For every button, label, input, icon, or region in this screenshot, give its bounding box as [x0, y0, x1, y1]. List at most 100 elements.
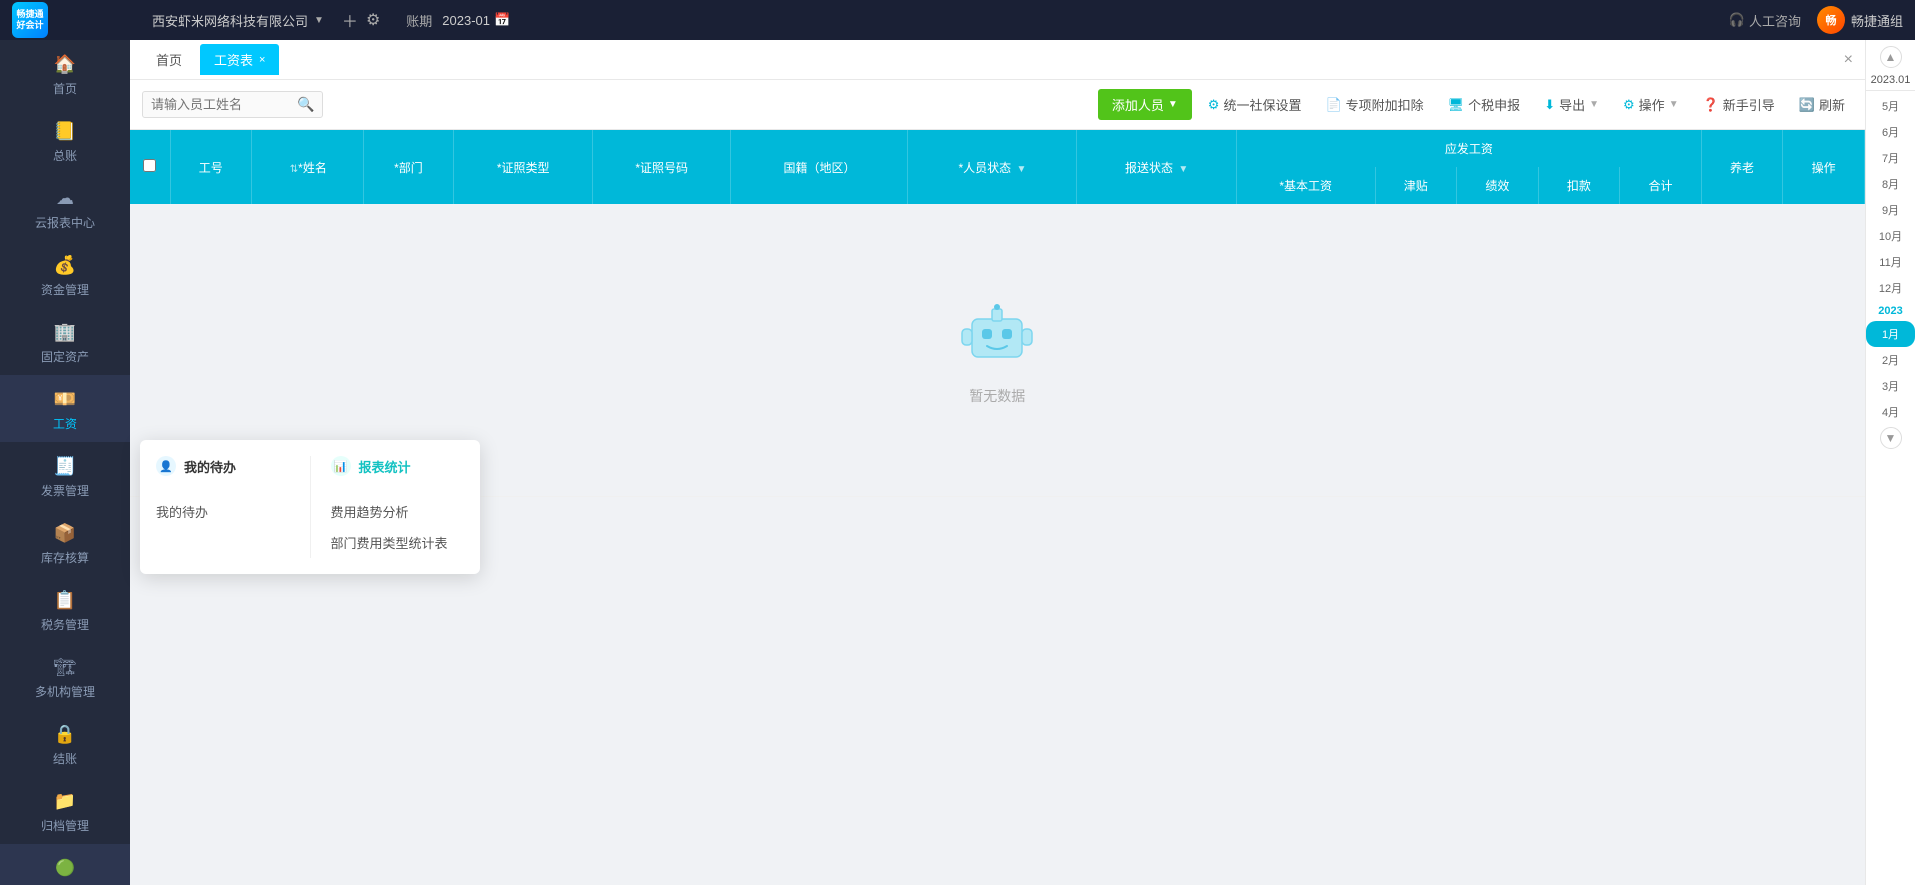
export-label: 导出 [1559, 95, 1585, 114]
timeline-month-3[interactable]: 3月 [1866, 373, 1915, 399]
operation-label: 操作 [1639, 95, 1665, 114]
tab-close-button[interactable]: × [259, 54, 265, 66]
total-header: 合计 [1620, 167, 1702, 204]
timeline-up-button[interactable]: ▲ [1880, 46, 1902, 68]
sidebar-item-label: 发票管理 [41, 482, 89, 499]
top-bar: 畅捷通好会计 西安虾米网络科技有限公司 ▼ ＋ ⚙ 账期 2023-01 📅 🎧… [0, 0, 1915, 40]
report-status-filter-icon[interactable]: ▼ [1178, 164, 1188, 175]
report-status-header: 报送状态 ▼ [1077, 130, 1237, 204]
name-sort-icon: ⇅ [290, 164, 298, 175]
support-button[interactable]: 🎧 人工咨询 [1729, 11, 1801, 30]
sidebar-item-home[interactable]: 🏠 首页 [0, 40, 130, 107]
sidebar-item-archive[interactable]: 📁 归档管理 [0, 777, 130, 844]
sidebar-item-label: 总账 [53, 147, 77, 164]
settings-button[interactable]: ⚙ [366, 10, 380, 30]
popup-col2-header: 📊 报表统计 [331, 456, 465, 484]
tab-home-label: 首页 [156, 53, 182, 68]
allowance-header: 津贴 [1375, 167, 1457, 204]
timeline-month-6[interactable]: 6月 [1866, 119, 1915, 145]
sidebar-item-tax[interactable]: 📋 税务管理 [0, 576, 130, 643]
deduction-header: 扣款 [1538, 167, 1620, 204]
popup-menu: 👤 我的待办 我的待办 📊 报表统计 费用趋势分析 部门费用类型统计表 [140, 440, 480, 574]
period-value[interactable]: 2023-01 📅 [442, 12, 510, 28]
timeline-month-1[interactable]: 1月 [1866, 321, 1915, 347]
social-insurance-action[interactable]: ⚙ 统一社保设置 [1200, 95, 1310, 114]
search-input[interactable] [151, 97, 291, 112]
tax-report-label: 个税申报 [1468, 95, 1520, 114]
refresh-action[interactable]: 🔄 刷新 [1791, 95, 1853, 114]
id-number-header: *证照号码 [592, 130, 731, 204]
timeline-month-2[interactable]: 2月 [1866, 347, 1915, 373]
top-right-area: 🎧 人工咨询 畅 畅捷通组 [1729, 6, 1903, 34]
popup-divider [310, 456, 311, 558]
timeline-month-10[interactable]: 10月 [1866, 223, 1915, 249]
popup-columns: 👤 我的待办 我的待办 📊 报表统计 费用趋势分析 部门费用类型统计表 [156, 456, 464, 558]
name-header: ⇅*姓名 [252, 130, 363, 204]
search-wrap: 🔍 [142, 91, 323, 118]
user-name: 畅捷通组 [1851, 11, 1903, 30]
timeline-year-2023: 2023 [1876, 301, 1904, 321]
period-text: 2023-01 [442, 13, 490, 28]
select-all-checkbox[interactable] [143, 159, 156, 172]
fixed-assets-icon: 🏢 [54, 322, 76, 343]
sidebar-item-salary[interactable]: 💴 工资 [0, 375, 130, 442]
export-icon: ⬇ [1544, 97, 1555, 113]
add-button[interactable]: ＋ [342, 8, 358, 32]
sidebar-item-multi-org[interactable]: 🏗 多机构管理 [0, 643, 130, 710]
special-deduction-action[interactable]: 📄 专项附加扣除 [1317, 95, 1431, 114]
multi-org-icon: 🏗 [54, 657, 77, 678]
special-deduction-label: 专项附加扣除 [1346, 95, 1424, 114]
timeline-month-8[interactable]: 8月 [1866, 171, 1915, 197]
operation-icon: ⚙ [1623, 97, 1635, 113]
tab-salary-label: 工资表 [214, 50, 253, 69]
sidebar-item-xiao-chang[interactable]: 🟢 小畅报销 [0, 844, 130, 885]
archive-icon: 📁 [54, 791, 76, 812]
popup-my-todo[interactable]: 我的待办 [156, 496, 290, 527]
sidebar-item-invoice[interactable]: 🧾 发票管理 [0, 442, 130, 509]
finance-icon: 💰 [54, 255, 76, 276]
timeline-month-11[interactable]: 11月 [1866, 249, 1915, 275]
tab-salary[interactable]: 工资表 × [200, 44, 279, 75]
basic-wage-header: *基本工资 [1236, 167, 1375, 204]
popup-dept-cost[interactable]: 部门费用类型统计表 [331, 527, 465, 558]
popup-cost-trend[interactable]: 费用趋势分析 [331, 496, 465, 527]
user-info[interactable]: 畅 畅捷通组 [1817, 6, 1903, 34]
timeline-month-7[interactable]: 7月 [1866, 145, 1915, 171]
sidebar-item-closing[interactable]: 🔒 结账 [0, 710, 130, 777]
emp-id-header: 工号 [170, 130, 252, 204]
popup-col-1: 👤 我的待办 我的待办 [156, 456, 290, 558]
sidebar-item-inventory[interactable]: 📦 库存核算 [0, 509, 130, 576]
new-guide-toolbar-icon: ❓ [1703, 97, 1719, 113]
timeline-month-4[interactable]: 4月 [1866, 399, 1915, 425]
company-selector[interactable]: 西安虾米网络科技有限公司 ▼ [152, 11, 324, 30]
tax-report-action[interactable]: 🖥 个税申报 [1440, 95, 1529, 114]
close-tab-button[interactable]: × [1844, 51, 1853, 69]
operation-action[interactable]: ⚙ 操作 ▼ [1615, 95, 1687, 114]
sidebar-item-cloud-report[interactable]: ☁ 云报表中心 [0, 174, 130, 241]
add-person-chevron-icon: ▼ [1168, 99, 1178, 110]
empty-state-icon [957, 294, 1037, 374]
timeline-month-12[interactable]: 12月 [1866, 275, 1915, 301]
popup-col2-title: 报表统计 [359, 457, 411, 476]
timeline-month-9[interactable]: 9月 [1866, 197, 1915, 223]
sidebar-item-fixed-assets[interactable]: 🏢 固定资产 [0, 308, 130, 375]
sidebar-item-ledger[interactable]: 📒 总账 [0, 107, 130, 174]
add-person-button[interactable]: 添加人员 ▼ [1098, 89, 1192, 120]
avatar: 畅 [1817, 6, 1845, 34]
sidebar-item-label: 税务管理 [41, 616, 89, 633]
person-status-filter-icon[interactable]: ▼ [1016, 164, 1026, 175]
timeline-month-5[interactable]: 5月 [1866, 93, 1915, 119]
add-person-label: 添加人员 [1112, 95, 1164, 114]
sidebar-item-finance[interactable]: 💰 资金管理 [0, 241, 130, 308]
export-action[interactable]: ⬇ 导出 ▼ [1536, 95, 1607, 114]
pension-header: 养老 [1701, 130, 1783, 204]
timeline-down-button[interactable]: ▼ [1880, 427, 1902, 449]
id-type-header: *证照类型 [454, 130, 593, 204]
search-icon[interactable]: 🔍 [297, 96, 314, 113]
calendar-icon: 📅 [494, 12, 510, 28]
checkbox-header [130, 130, 170, 204]
company-name: 西安虾米网络科技有限公司 [152, 11, 308, 30]
sidebar-item-label: 工资 [53, 415, 77, 432]
new-guide-toolbar-action[interactable]: ❓ 新手引导 [1695, 95, 1783, 114]
tab-home[interactable]: 首页 [142, 44, 196, 75]
